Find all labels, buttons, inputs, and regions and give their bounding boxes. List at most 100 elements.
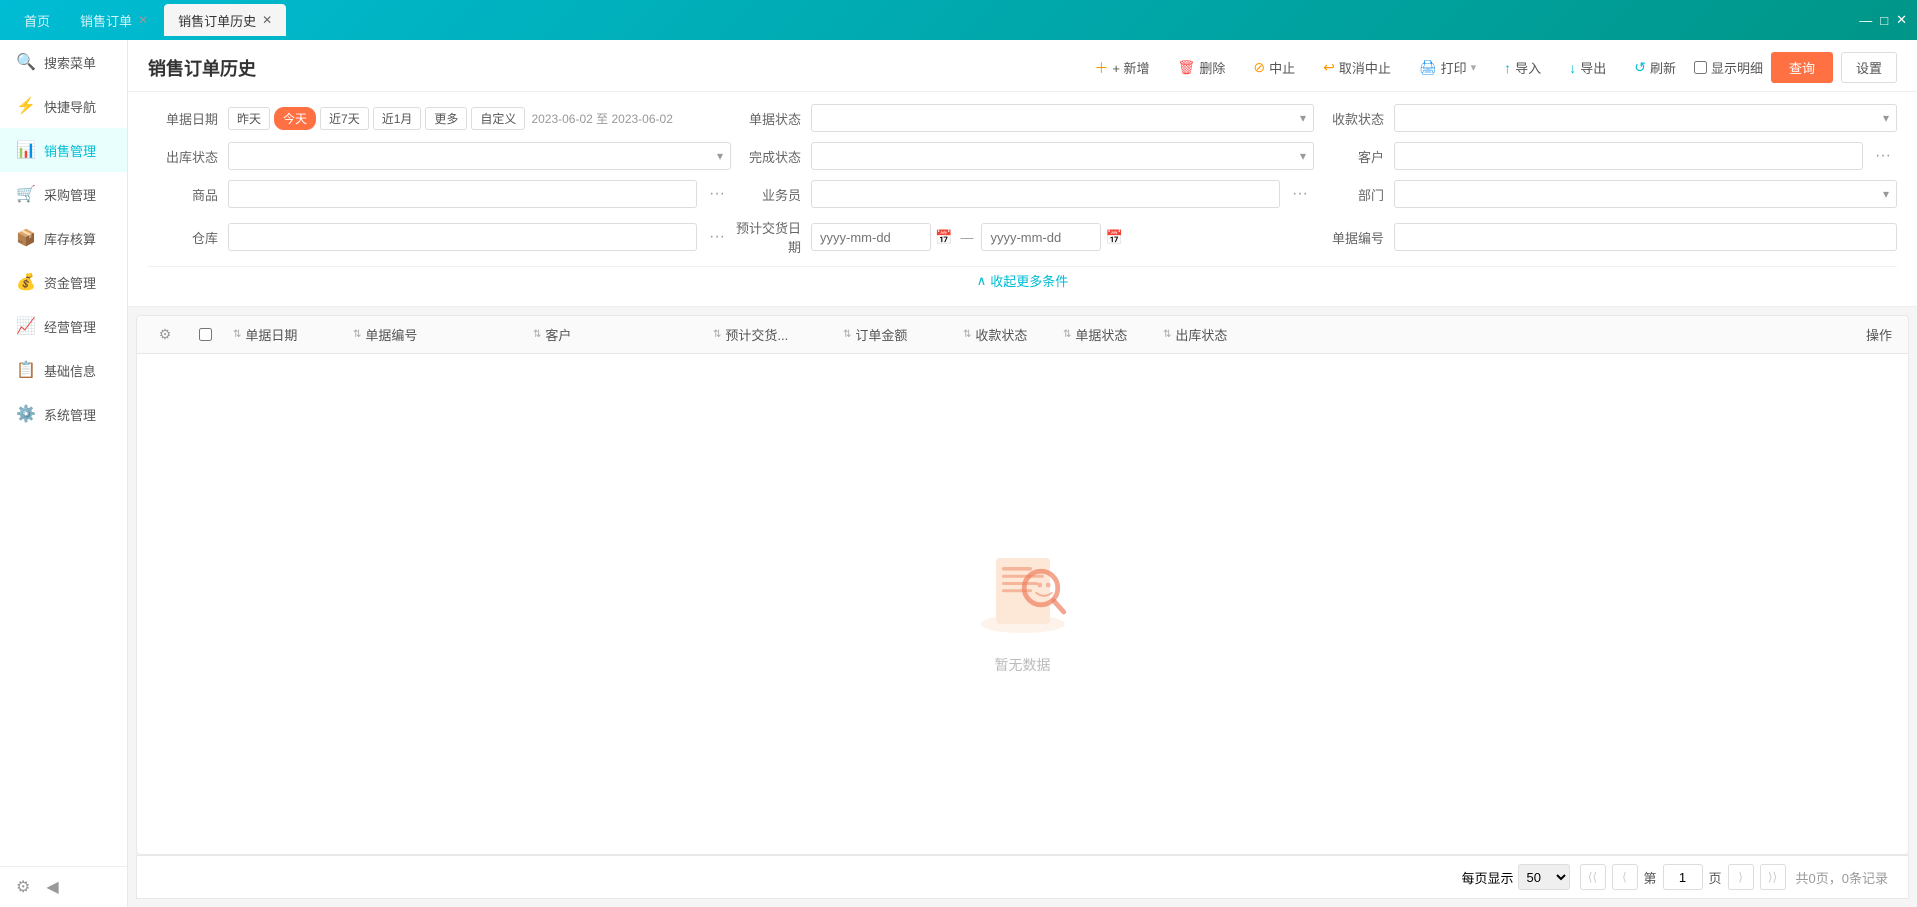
out-status-select[interactable] [228, 142, 731, 170]
col-date: ⇅ 单据日期 [225, 325, 345, 344]
window-maximize-btn[interactable]: □ [1880, 13, 1888, 28]
dept-select[interactable] [1394, 180, 1897, 208]
inventory-icon: 📦 [16, 228, 36, 248]
pay-status-select[interactable] [1394, 104, 1897, 132]
tab-sales-history-label: 销售订单历史 [178, 11, 256, 30]
stop-button[interactable]: ⊘ 中止 [1243, 53, 1305, 82]
date-btn-custom[interactable]: 自定义 [471, 107, 525, 130]
print-dropdown-icon[interactable]: ▾ [1471, 61, 1477, 74]
new-button[interactable]: ＋ + 新增 [1084, 53, 1159, 83]
date-btn-today[interactable]: 今天 [274, 107, 316, 130]
table-header: ⚙ ⇅ 单据日期 ⇅ 单据编号 ⇅ 客户 ⇅ [137, 316, 1908, 354]
page-input[interactable] [1663, 864, 1703, 890]
dept-control [1394, 180, 1897, 208]
page-prev-btn[interactable]: ⟨ [1612, 864, 1638, 890]
tab-sales-order-close[interactable]: ✕ [138, 13, 148, 27]
date-btn-more[interactable]: 更多 [425, 107, 467, 130]
page-last-btn[interactable]: ⟩⟩ [1760, 864, 1786, 890]
complete-status-select[interactable] [811, 142, 1314, 170]
stop-icon: ⊘ [1253, 59, 1265, 76]
col-delivery-label: 预计交货... [725, 325, 788, 344]
tab-sales-history-close[interactable]: ✕ [262, 13, 272, 27]
sidebar-item-basic[interactable]: 📋 基础信息 [0, 348, 127, 392]
sidebar-item-finance-label: 资金管理 [44, 273, 96, 292]
cancel-stop-button[interactable]: ↩ 取消中止 [1313, 53, 1401, 82]
finance-icon: 💰 [16, 272, 36, 292]
date-btn-7days[interactable]: 近7天 [320, 107, 369, 130]
goods-input[interactable] [228, 180, 697, 208]
tab-home[interactable]: 首页 [10, 4, 64, 36]
sidebar-item-system[interactable]: ⚙️ 系统管理 [0, 392, 127, 436]
window-close-btn[interactable]: ✕ [1896, 12, 1907, 28]
tab-sales-order[interactable]: 销售订单 ✕ [66, 4, 162, 36]
delivery-date-end[interactable] [981, 223, 1101, 251]
refresh-icon: ↺ [1634, 59, 1646, 76]
sidebar-item-nav[interactable]: ⚡ 快捷导航 [0, 84, 127, 128]
sidebar-item-purchase[interactable]: 🛒 采购管理 [0, 172, 127, 216]
main-layout: 🔍 搜索菜单 ⚡ 快捷导航 📊 销售管理 🛒 采购管理 📦 库存核算 💰 资金管… [0, 40, 1917, 907]
page-next-btn[interactable]: ⟩ [1728, 864, 1754, 890]
refresh-button[interactable]: ↺ 刷新 [1624, 53, 1686, 82]
date-btn-1month[interactable]: 近1月 [373, 107, 422, 130]
tab-home-label: 首页 [24, 11, 50, 30]
delivery-date-start-icon[interactable]: 📅 [935, 229, 952, 246]
table-section: ⚙ ⇅ 单据日期 ⇅ 单据编号 ⇅ 客户 ⇅ [136, 315, 1909, 855]
delivery-date-start[interactable] [811, 223, 931, 251]
sort-amount-icon[interactable]: ⇅ [843, 329, 851, 340]
warehouse-more-icon[interactable]: ··· [703, 228, 731, 246]
delivery-date-end-icon[interactable]: 📅 [1105, 229, 1122, 246]
tab-sales-history[interactable]: 销售订单历史 ✕ [164, 4, 286, 36]
settings-button[interactable]: 设置 [1841, 52, 1897, 83]
sort-out-icon[interactable]: ⇅ [1163, 329, 1171, 340]
sidebar-bottom: ⚙ ◀ [0, 866, 127, 907]
sidebar-item-operations[interactable]: 📈 经营管理 [0, 304, 127, 348]
sidebar-item-sales[interactable]: 📊 销售管理 [0, 128, 127, 172]
out-status-label: 出库状态 [148, 147, 228, 166]
empty-illustration [963, 533, 1083, 643]
query-button[interactable]: 查询 [1771, 52, 1833, 83]
check-all-checkbox[interactable] [199, 328, 212, 341]
date-quick-btns: 昨天 今天 近7天 近1月 更多 自定义 [228, 107, 525, 130]
sort-pay-icon[interactable]: ⇅ [963, 329, 971, 340]
print-button[interactable]: 🖨 打印 ▾ [1409, 53, 1486, 82]
sort-date-icon[interactable]: ⇅ [233, 329, 241, 340]
salesman-input[interactable] [811, 180, 1280, 208]
date-btn-yesterday[interactable]: 昨天 [228, 107, 270, 130]
sidebar-collapse-icon[interactable]: ◀ [46, 877, 58, 897]
display-detail-checkbox[interactable] [1694, 61, 1707, 74]
goods-more-icon[interactable]: ··· [703, 185, 731, 203]
delete-button[interactable]: 🗑 删除 [1168, 53, 1236, 82]
display-detail-check[interactable]: 显示明细 [1694, 58, 1763, 77]
sidebar-item-inventory[interactable]: 📦 库存核算 [0, 216, 127, 260]
import-button[interactable]: ↑ 导入 [1494, 53, 1551, 82]
sort-bill-icon[interactable]: ⇅ [1063, 329, 1071, 340]
customer-more-icon[interactable]: ··· [1869, 147, 1897, 165]
bill-status-select[interactable] [811, 104, 1314, 132]
col-amount: ⇅ 订单金额 [835, 325, 955, 344]
bill-no-label: 单据编号 [1314, 228, 1394, 247]
sidebar-item-finance[interactable]: 💰 资金管理 [0, 260, 127, 304]
sort-delivery-icon[interactable]: ⇅ [713, 329, 721, 340]
sidebar-item-search[interactable]: 🔍 搜索菜单 [0, 40, 127, 84]
print-label: 打印 [1441, 58, 1467, 77]
delete-label: 删除 [1199, 58, 1225, 77]
sidebar-settings-icon[interactable]: ⚙ [16, 877, 30, 897]
warehouse-control: ··· [228, 223, 731, 251]
collapse-bar[interactable]: ∧ 收起更多条件 [148, 266, 1897, 294]
sort-customer-icon[interactable]: ⇅ [533, 329, 541, 340]
query-label: 查询 [1789, 61, 1815, 76]
out-status-select-wrapper [228, 142, 731, 170]
window-minimize-btn[interactable]: — [1859, 13, 1872, 28]
warehouse-input[interactable] [228, 223, 697, 251]
bill-no-input[interactable] [1394, 223, 1897, 251]
page-first-btn[interactable]: ⟨⟨ [1580, 864, 1606, 890]
refresh-label: 刷新 [1650, 58, 1676, 77]
salesman-more-icon[interactable]: ··· [1286, 185, 1314, 203]
sidebar: 🔍 搜索菜单 ⚡ 快捷导航 📊 销售管理 🛒 采购管理 📦 库存核算 💰 资金管… [0, 40, 128, 907]
sort-number-icon[interactable]: ⇅ [353, 329, 361, 340]
table-settings-icon[interactable]: ⚙ [159, 326, 172, 343]
export-button[interactable]: ↓ 导出 [1559, 53, 1616, 82]
search-icon: 🔍 [16, 52, 36, 72]
page-size-select[interactable]: 10 20 50 100 [1518, 864, 1570, 890]
customer-input[interactable] [1394, 142, 1863, 170]
